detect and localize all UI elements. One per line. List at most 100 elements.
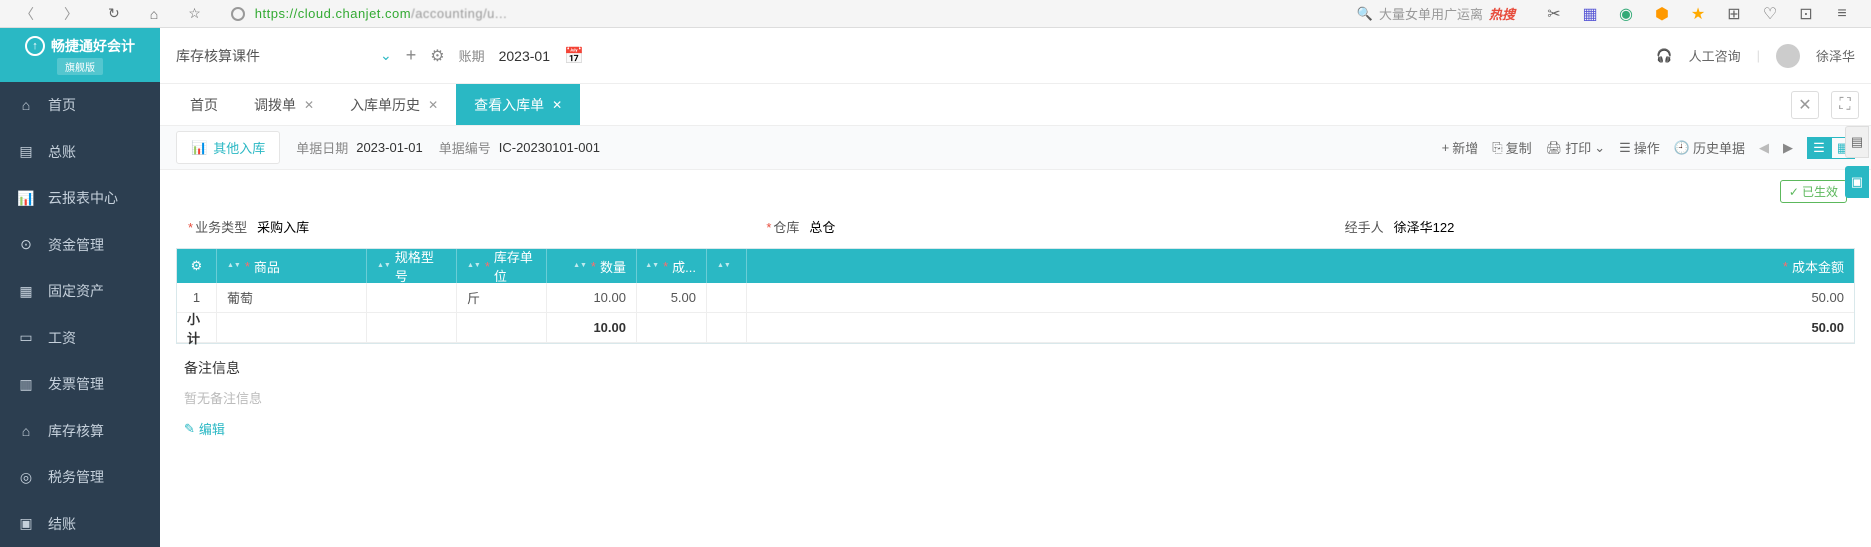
calendar-icon[interactable]: 📅 [564, 46, 584, 66]
url-bar[interactable]: https://cloud.chanjet.com/accounting/u..… [231, 6, 1327, 21]
col-cost[interactable]: ▲▼*成... [637, 249, 707, 283]
document-toolbar: 📊 其他入库 单据日期 2023-01-01 单据编号 IC-20230101-… [160, 126, 1871, 170]
gear-column[interactable]: ⚙ [177, 249, 217, 283]
brand-name: 畅捷通好会计 [51, 36, 135, 56]
close-icon[interactable]: ✕ [304, 98, 314, 112]
period-value: 2023-01 [499, 48, 550, 64]
back-icon[interactable]: 〈 [20, 4, 34, 24]
tab-inbound-history[interactable]: 入库单历史✕ [332, 84, 456, 125]
nav-tax[interactable]: ◎税务管理 [0, 454, 160, 500]
ext-icon[interactable]: ◉ [1617, 5, 1635, 23]
edit-icon: ✎ [184, 421, 195, 437]
subtotal-row: 小计 10.00 50.00 [177, 313, 1854, 343]
tab-home[interactable]: 首页 [172, 84, 236, 125]
home-icon[interactable]: ⌂ [150, 6, 158, 22]
menu-icon[interactable]: ≡ [1833, 5, 1851, 23]
doc-type-badge[interactable]: 📊 其他入库 [176, 131, 280, 164]
ext-icon[interactable]: ♡ [1761, 5, 1779, 23]
nav-salary[interactable]: ▭工资 [0, 315, 160, 361]
chevron-down-icon: ⌄ [380, 47, 392, 64]
brand[interactable]: ↑ 畅捷通好会计 旗舰版 [0, 28, 160, 82]
support-link[interactable]: 人工咨询 [1689, 46, 1741, 65]
nav-funds[interactable]: ⊙资金管理 [0, 222, 160, 268]
chart-icon: 📊 [18, 190, 34, 206]
hot-badge: 热搜 [1489, 4, 1515, 23]
forward-icon[interactable]: 〉 [64, 4, 78, 24]
nav-home[interactable]: ⌂首页 [0, 82, 160, 128]
search-icon: 🔍 [1357, 6, 1373, 22]
ops-button[interactable]: ☰ 操作 [1619, 138, 1660, 157]
star-icon[interactable]: ☆ [188, 5, 201, 22]
float-btn-1[interactable]: ▤ [1845, 126, 1869, 158]
table-header: ⚙ ▲▼*商品 ▲▼规格型号 ▲▼*库存单位 ▲▼*数量 ▲▼*成... ▲▼ … [177, 249, 1854, 283]
ext-icon[interactable]: ⬢ [1653, 5, 1671, 23]
col-spec[interactable]: ▲▼规格型号 [367, 249, 457, 283]
nav-close[interactable]: ▣结账 [0, 501, 160, 547]
handler-label: 经手人 [1345, 217, 1384, 236]
main-content: 库存核算课件 ⌄ + ⚙ 账期 2023-01 📅 🎧 人工咨询 | 徐泽华 首… [160, 28, 1871, 547]
nav-reports[interactable]: 📊云报表中心 [0, 175, 160, 221]
nav-ledger[interactable]: ▤总账 [0, 129, 160, 175]
browser-search[interactable]: 🔍 大量女单用广运离 热搜 [1357, 4, 1515, 23]
col-unit[interactable]: ▲▼*库存单位 [457, 249, 547, 283]
col-product[interactable]: ▲▼*商品 [217, 249, 367, 283]
new-button[interactable]: + 新增 [1442, 138, 1479, 157]
tab-view-inbound[interactable]: 查看入库单✕ [456, 84, 580, 125]
support-icon: 🎧 [1656, 48, 1672, 64]
account-selector[interactable]: 库存核算课件 ⌄ [176, 46, 392, 66]
expand-button[interactable]: ⛶ [1831, 91, 1859, 119]
add-icon[interactable]: + [406, 45, 417, 66]
brand-edition: 旗舰版 [57, 58, 103, 75]
biz-type-value: 采购入库 [257, 217, 309, 236]
items-table: ⚙ ▲▼*商品 ▲▼规格型号 ▲▼*库存单位 ▲▼*数量 ▲▼*成... ▲▼ … [176, 248, 1855, 344]
print-button[interactable]: 🖨 打印 ⌄ [1546, 138, 1605, 157]
browser-extensions: ✂ ▦ ◉ ⬢ ★ ⊞ ♡ ⊡ ≡ [1545, 5, 1851, 23]
ext-icon[interactable]: ✂ [1545, 5, 1563, 23]
ext-icon[interactable]: ⊡ [1797, 5, 1815, 23]
float-btn-2[interactable]: ▣ [1845, 166, 1869, 198]
remark-title: 备注信息 [184, 358, 1847, 378]
prev-icon[interactable]: ◀ [1759, 140, 1769, 156]
doc-icon: 📊 [191, 140, 207, 156]
col-qty[interactable]: ▲▼*数量 [547, 249, 637, 283]
ledger-icon: ▤ [18, 144, 34, 160]
next-icon[interactable]: ▶ [1783, 140, 1793, 156]
remark-empty: 暂无备注信息 [184, 388, 1847, 407]
refresh-icon[interactable]: ↻ [108, 5, 120, 22]
remark-edit-button[interactable]: ✎ 编辑 [184, 419, 1847, 438]
table-row[interactable]: 1 葡萄 斤 10.00 5.00 50.00 [177, 283, 1854, 313]
tabs: 首页 调拨单✕ 入库单历史✕ 查看入库单✕ ✕ ⛶ [160, 84, 1871, 126]
gear-icon: ⚙ [191, 258, 203, 274]
tab-transfer[interactable]: 调拨单✕ [236, 84, 332, 125]
status-badge: ✓ 已生效 [1780, 180, 1847, 203]
check-icon: ✓ [1789, 185, 1799, 199]
close-all-button[interactable]: ✕ [1791, 91, 1819, 119]
brand-logo-icon: ↑ [25, 36, 45, 56]
remark-section: 备注信息 暂无备注信息 ✎ 编辑 [160, 344, 1871, 452]
username[interactable]: 徐泽华 [1816, 46, 1855, 65]
history-button[interactable]: 🕘 历史单据 [1674, 138, 1745, 157]
handler-value: 徐泽华122 [1394, 217, 1455, 236]
nav-inventory[interactable]: ⌂库存核算 [0, 408, 160, 454]
browser-chrome: 〈 〉 ↻ ⌂ ☆ https://cloud.chanjet.com/acco… [0, 0, 1871, 28]
ext-icon[interactable]: ⊞ [1725, 5, 1743, 23]
warehouse-label: 仓库 [773, 220, 799, 235]
docno-label: 单据编号 [439, 138, 491, 157]
nav-invoice[interactable]: ▥发票管理 [0, 361, 160, 407]
date-label: 单据日期 [296, 138, 348, 157]
nav-assets[interactable]: ▦固定资产 [0, 268, 160, 314]
copy-button[interactable]: ⎘ 复制 [1492, 138, 1531, 157]
date-value: 2023-01-01 [356, 140, 423, 155]
ext-icon[interactable]: ▦ [1581, 5, 1599, 23]
avatar[interactable] [1776, 44, 1800, 68]
inventory-icon: ⌂ [18, 423, 34, 439]
gear-icon[interactable]: ⚙ [430, 46, 444, 66]
col-empty[interactable]: ▲▼ [707, 249, 747, 283]
close-icon[interactable]: ✕ [428, 98, 438, 112]
col-amount[interactable]: *成本金额 [747, 249, 1854, 283]
ext-icon[interactable]: ★ [1689, 5, 1707, 23]
close-icon[interactable]: ✕ [552, 98, 562, 112]
close-books-icon: ▣ [18, 516, 34, 532]
funds-icon: ⊙ [18, 237, 34, 253]
list-view-button[interactable]: ☰ [1807, 137, 1831, 159]
